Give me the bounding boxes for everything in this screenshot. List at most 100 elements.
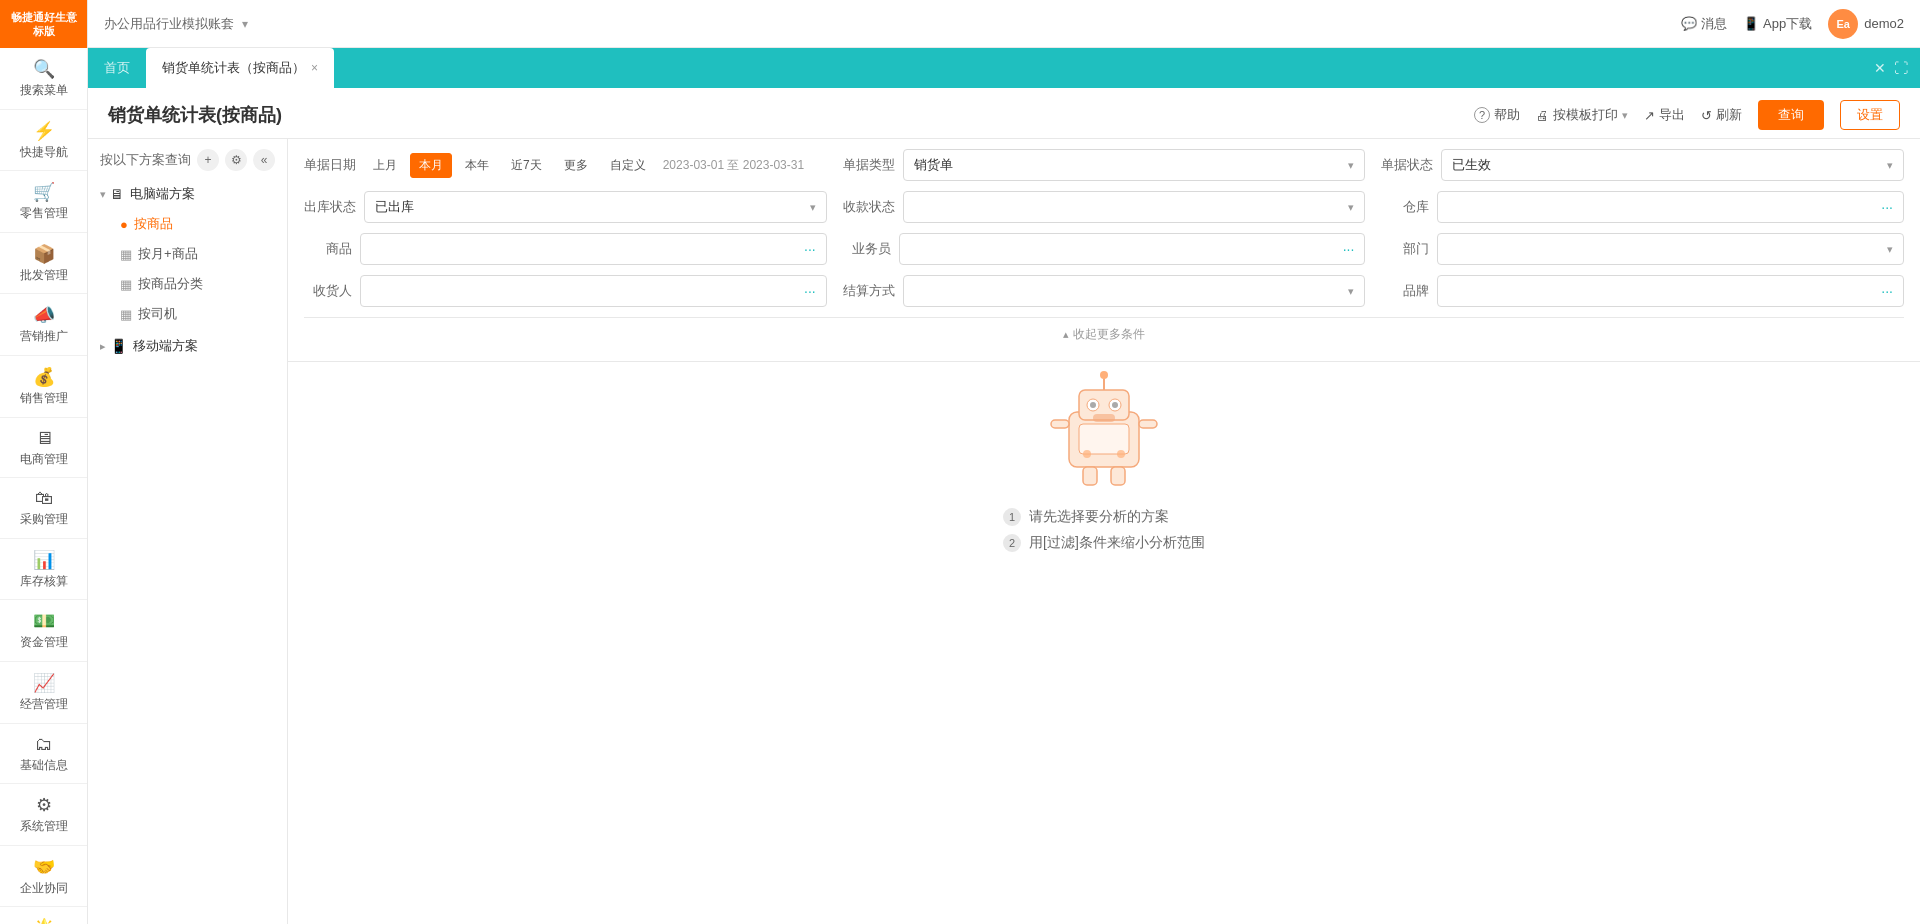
- date-btn-thisyear[interactable]: 本年: [456, 153, 498, 178]
- sidebar-item-sales[interactable]: 💰 销售管理: [0, 356, 87, 418]
- doc-type-select[interactable]: 销货单 ▾: [903, 149, 1366, 181]
- template-print-btn[interactable]: 🖨 按模板打印 ▾: [1536, 106, 1628, 124]
- pc-section-label: 电脑端方案: [130, 185, 195, 203]
- sidebar-item-finance[interactable]: 💵 资金管理: [0, 600, 87, 662]
- sidebar-item-operations[interactable]: 📈 经营管理: [0, 662, 87, 724]
- page-top-actions: ? 帮助 🖨 按模板打印 ▾ ↗ 导出 ↺ 刷新 查询 设置: [1474, 100, 1900, 130]
- sidebar-item-quicknav[interactable]: ⚡ 快捷导航: [0, 110, 87, 172]
- scheme-item-bymonthgoods-label: 按月+商品: [138, 245, 198, 263]
- export-btn[interactable]: ↗ 导出: [1644, 106, 1685, 124]
- svg-rect-12: [1051, 420, 1069, 428]
- brand-input[interactable]: ···: [1437, 275, 1904, 307]
- sidebar-item-inventory[interactable]: 📊 库存核算: [0, 539, 87, 601]
- scheme-item-bygoods[interactable]: ● 按商品: [88, 209, 287, 239]
- svg-point-7: [1100, 371, 1108, 379]
- warehouse-field: 仓库 ···: [1381, 191, 1904, 223]
- refresh-label: 刷新: [1716, 106, 1742, 124]
- dept-chevron: ▾: [1887, 243, 1893, 256]
- scheme-item-bycategory[interactable]: ▦ 按商品分类: [88, 269, 287, 299]
- date-btn-lastmonth[interactable]: 上月: [364, 153, 406, 178]
- sales-icon: 💰: [33, 366, 55, 388]
- breadcrumb-dropdown-icon[interactable]: ▾: [242, 17, 248, 31]
- inventory-icon: 📊: [33, 549, 55, 571]
- tab-close-icon[interactable]: ×: [311, 61, 318, 75]
- sidebar-item-ecommerce[interactable]: 🖥 电商管理: [0, 418, 87, 479]
- dept-select[interactable]: ▾: [1437, 233, 1904, 265]
- sidebar-item-cooperation[interactable]: 🤝 企业协同: [0, 846, 87, 908]
- goods-dots[interactable]: ···: [804, 241, 816, 257]
- settle-label: 结算方式: [843, 282, 903, 300]
- sidebar-item-purchase[interactable]: 🛍 采购管理: [0, 478, 87, 539]
- goods-input[interactable]: ···: [360, 233, 827, 265]
- sidebar-item-wholesale[interactable]: 📦 批发管理: [0, 233, 87, 295]
- win-maximize-icon[interactable]: ⛶: [1894, 60, 1908, 76]
- date-btn-7days[interactable]: 近7天: [502, 153, 551, 178]
- warehouse-dots[interactable]: ···: [1881, 199, 1893, 215]
- sidebar-item-marketing[interactable]: 📣 营销推广: [0, 294, 87, 356]
- sidebar-retail-label: 零售管理: [20, 206, 68, 222]
- scheme-add-btn[interactable]: +: [197, 149, 219, 171]
- svg-rect-13: [1139, 420, 1157, 428]
- export-icon: ↗: [1644, 108, 1655, 123]
- sidebar-item-search[interactable]: 🔍 搜索菜单: [0, 48, 87, 110]
- brand-dots[interactable]: ···: [1881, 283, 1893, 299]
- export-label: 导出: [1659, 106, 1685, 124]
- sidebar-item-newguide[interactable]: 🌟 新手引导: [0, 907, 87, 924]
- collapse-bar[interactable]: ▴ 收起更多条件: [304, 317, 1904, 351]
- right-filter: 单据日期 上月 本月 本年 近7天 更多 自定义 2023-03-01 至 20…: [288, 139, 1920, 362]
- date-btn-more[interactable]: 更多: [555, 153, 597, 178]
- doc-status-select[interactable]: 已生效 ▾: [1441, 149, 1904, 181]
- sidebar-item-retail[interactable]: 🛒 零售管理: [0, 171, 87, 233]
- avatar: Ea: [1828, 9, 1858, 39]
- sidebar-item-system[interactable]: ⚙ 系统管理: [0, 784, 87, 846]
- sidebar-cooperation-label: 企业协同: [20, 881, 68, 897]
- receiver-field: 收货人 ···: [304, 275, 827, 307]
- sidebar: 畅捷通好生意 标版 🔍 搜索菜单 ⚡ 快捷导航 🛒 零售管理 📦 批发管理 📣 …: [0, 0, 88, 924]
- finance-icon: 💵: [33, 610, 55, 632]
- tab-active[interactable]: 销货单统计表（按商品） ×: [146, 48, 334, 88]
- svg-rect-8: [1093, 414, 1115, 422]
- settle-select[interactable]: ▾: [903, 275, 1366, 307]
- doc-type-field: 单据类型 销货单 ▾: [843, 149, 1366, 181]
- date-btn-custom[interactable]: 自定义: [601, 153, 655, 178]
- scheme-settings-btn[interactable]: ⚙: [225, 149, 247, 171]
- scheme-item-bydriver[interactable]: ▦ 按司机: [88, 299, 287, 329]
- scheme-section-header-pc[interactable]: ▾ 🖥 电脑端方案: [88, 179, 287, 209]
- newguide-icon: 🌟: [33, 917, 55, 924]
- top-header: 办公用品行业模拟账套 ▾ 💬 消息 📱 App下载 Ea demo2: [88, 0, 1920, 48]
- doc-type-value: 销货单: [914, 156, 953, 174]
- message-btn[interactable]: 💬 消息: [1681, 15, 1727, 33]
- main-body: 按以下方案查询 + ⚙ « ▾ 🖥 电脑端方案 ●: [88, 139, 1920, 924]
- scheme-item-bymonthgoods[interactable]: ▦ 按月+商品: [88, 239, 287, 269]
- scheme-section-header-mobile[interactable]: ▸ 📱 移动端方案: [88, 331, 287, 361]
- salesman-input[interactable]: ···: [899, 233, 1366, 265]
- print-dropdown-icon: ▾: [1622, 109, 1628, 122]
- tab-bar: 首页 销货单统计表（按商品） × ✕ ⛶: [88, 48, 1920, 88]
- bygoods-icon: ●: [120, 217, 128, 232]
- doc-status-label: 单据状态: [1381, 156, 1441, 174]
- win-close-icon[interactable]: ✕: [1874, 60, 1886, 76]
- print-icon: 🖨: [1536, 108, 1549, 123]
- refresh-btn[interactable]: ↺ 刷新: [1701, 106, 1742, 124]
- receiver-dots[interactable]: ···: [804, 283, 816, 299]
- content-area: 销货单统计表(按商品) ? 帮助 🖨 按模板打印 ▾ ↗ 导出 ↺ 刷新: [88, 88, 1920, 924]
- bydriver-icon: ▦: [120, 307, 132, 322]
- tab-home[interactable]: 首页: [88, 48, 146, 88]
- sidebar-item-basics[interactable]: 🗂 基础信息: [0, 724, 87, 785]
- warehouse-select[interactable]: ···: [1437, 191, 1904, 223]
- wholesale-icon: 📦: [33, 243, 55, 265]
- settings-button[interactable]: 设置: [1840, 100, 1900, 130]
- help-btn[interactable]: ? 帮助: [1474, 106, 1520, 124]
- collect-status-select[interactable]: ▾: [903, 191, 1366, 223]
- app-download-btn[interactable]: 📱 App下载: [1743, 15, 1812, 33]
- salesman-dots[interactable]: ···: [1343, 241, 1355, 257]
- out-status-label: 出库状态: [304, 198, 364, 216]
- collapse-label: 收起更多条件: [1073, 326, 1145, 343]
- user-area[interactable]: Ea demo2: [1828, 9, 1904, 39]
- receiver-input[interactable]: ···: [360, 275, 827, 307]
- query-button[interactable]: 查询: [1758, 100, 1824, 130]
- out-status-select[interactable]: 已出库 ▾: [364, 191, 827, 223]
- sidebar-operations-label: 经营管理: [20, 697, 68, 713]
- date-btn-thismonth[interactable]: 本月: [410, 153, 452, 178]
- scheme-collapse-btn[interactable]: «: [253, 149, 275, 171]
